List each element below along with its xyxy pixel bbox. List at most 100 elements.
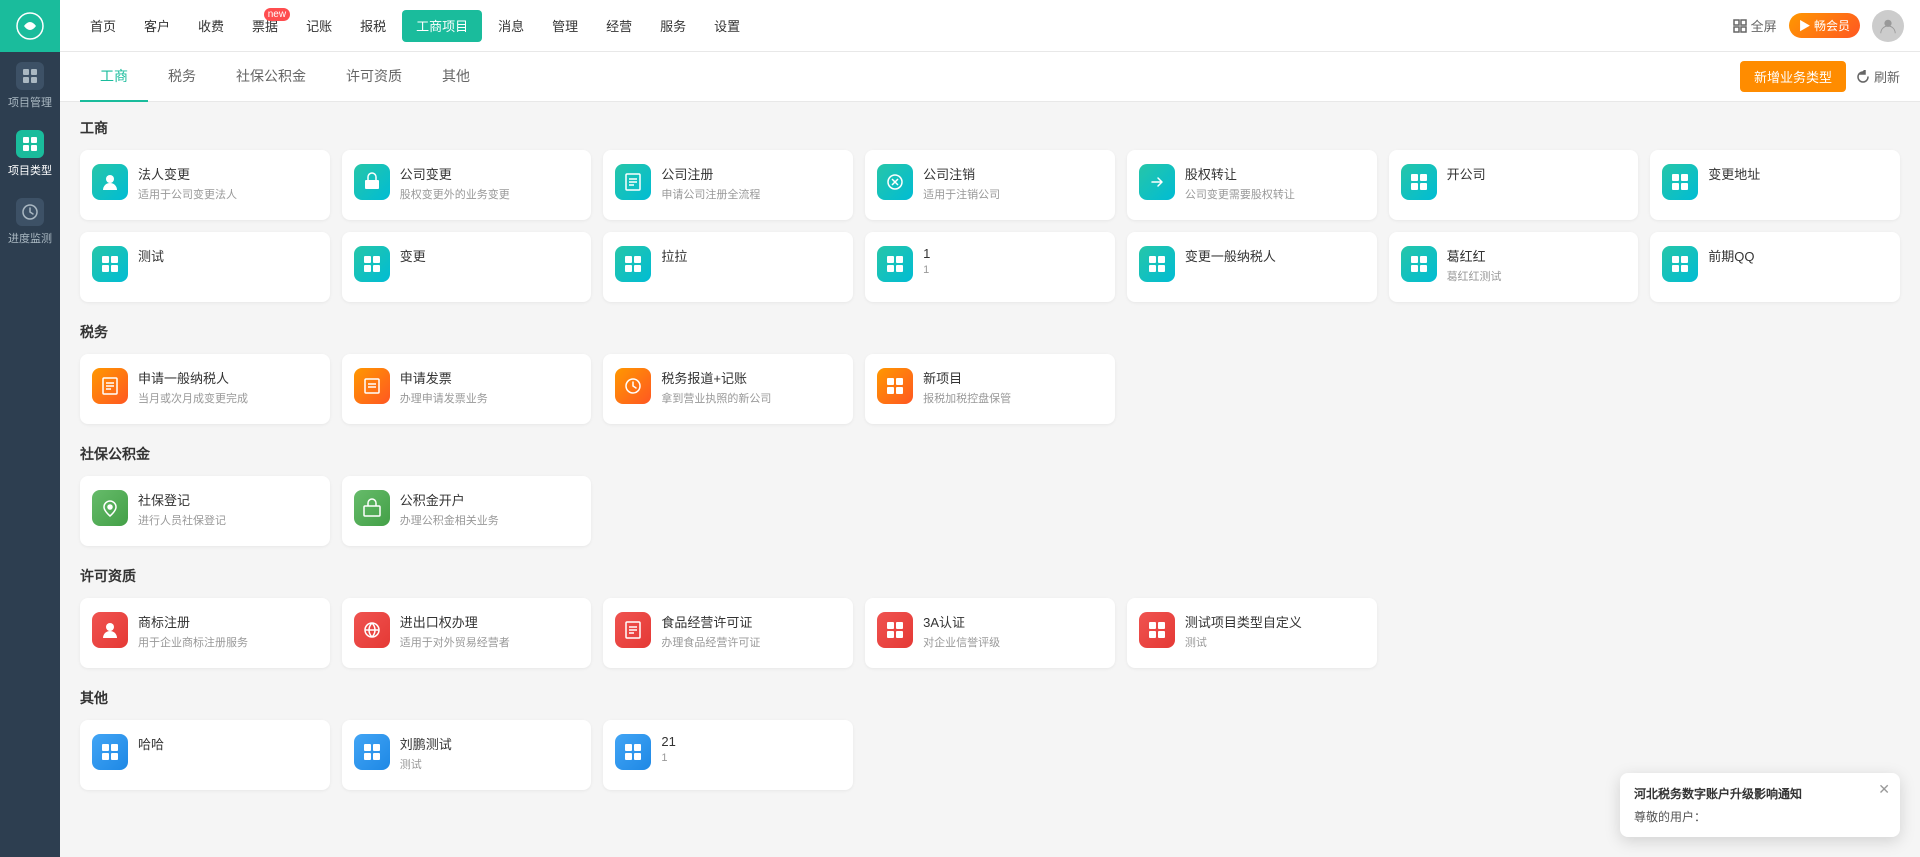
card-text: 变更 — [400, 246, 580, 268]
sidebar-item-project-manage[interactable]: 项目管理 — [0, 52, 60, 120]
tab-shebao[interactable]: 社保公积金 — [216, 52, 326, 102]
card-test[interactable]: 测试 — [80, 232, 330, 302]
card-icon — [354, 612, 390, 648]
tab-gongshang[interactable]: 工商 — [80, 52, 148, 102]
nav-manage[interactable]: 管理 — [538, 0, 592, 52]
sidebar-item-progress[interactable]: 进度监测 — [0, 188, 60, 256]
app-logo — [0, 0, 60, 52]
nav-home[interactable]: 首页 — [76, 0, 130, 52]
gongshang-cards: 法人变更 适用于公司变更法人 公司变更 股权变更外的业务变更 — [80, 150, 1900, 302]
card-legal-change[interactable]: 法人变更 适用于公司变更法人 — [80, 150, 330, 220]
card-haha[interactable]: 哈哈 — [80, 720, 330, 790]
card-icon — [877, 368, 913, 404]
vip-button[interactable]: ▶ 畅会员 — [1789, 13, 1860, 38]
card-import-export[interactable]: 进出口权办理 适用于对外贸易经营者 — [342, 598, 592, 668]
card-qianqi-qq[interactable]: 前期QQ — [1650, 232, 1900, 302]
card-social-insurance[interactable]: 社保登记 进行人员社保登记 — [80, 476, 330, 546]
card-icon — [615, 246, 651, 282]
card-3a-cert[interactable]: 3A认证 对企业信誉评级 — [865, 598, 1115, 668]
sidebar-item-label: 项目类型 — [8, 162, 52, 178]
content-area: 工商 税务 社保公积金 许可资质 其他 新增业务类型 刷新 工商 — [60, 52, 1920, 857]
nav-message[interactable]: 消息 — [484, 0, 538, 52]
card-open-company[interactable]: 开公司 — [1389, 150, 1639, 220]
add-type-button[interactable]: 新增业务类型 — [1740, 61, 1846, 92]
nav-service[interactable]: 服务 — [646, 0, 700, 52]
top-nav-right: 全屏 ▶ 畅会员 — [1733, 10, 1904, 42]
tab-xuke[interactable]: 许可资质 — [326, 52, 422, 102]
nav-industrial[interactable]: 工商项目 — [402, 10, 482, 42]
card-icon — [877, 164, 913, 200]
card-liupeng[interactable]: 刘鹏测试 测试 — [342, 720, 592, 790]
card-text: 公司注册 申请公司注册全流程 — [661, 164, 841, 202]
card-text: 开公司 — [1447, 164, 1627, 186]
card-provident-fund[interactable]: 公积金开户 办理公积金相关业务 — [342, 476, 592, 546]
card-company-cancel[interactable]: 公司注销 适用于注销公司 — [865, 150, 1115, 220]
nav-bookkeeping[interactable]: 记账 — [292, 0, 346, 52]
card-new-project[interactable]: 新项目 报税加税控盘保管 — [865, 354, 1115, 424]
card-text: 3A认证 对企业信誉评级 — [923, 612, 1103, 650]
progress-icon — [16, 198, 44, 226]
card-company-change[interactable]: 公司变更 股权变更外的业务变更 — [342, 150, 592, 220]
card-test-type[interactable]: 测试项目类型自定义 测试 — [1127, 598, 1377, 668]
card-icon — [1662, 164, 1698, 200]
tab-shuiwu[interactable]: 税务 — [148, 52, 216, 102]
section-title-shuiwu: 税务 — [80, 322, 1900, 342]
card-change[interactable]: 变更 — [342, 232, 592, 302]
card-text: 商标注册 用于企业商标注册服务 — [138, 612, 318, 650]
fullscreen-button[interactable]: 全屏 — [1733, 16, 1777, 35]
card-apply-invoice[interactable]: 申请发票 办理申请发票业务 — [342, 354, 592, 424]
vip-icon: ▶ — [1799, 19, 1811, 33]
section-title-gongshang: 工商 — [80, 118, 1900, 138]
card-text: 公司变更 股权变更外的业务变更 — [400, 164, 580, 202]
card-text: 测试 — [138, 246, 318, 268]
user-avatar[interactable] — [1872, 10, 1904, 42]
notification-close-button[interactable]: ✕ — [1878, 781, 1890, 798]
tab-bar: 工商 税务 社保公积金 许可资质 其他 新增业务类型 刷新 — [60, 52, 1920, 102]
card-icon — [92, 368, 128, 404]
sidebar-item-project-type[interactable]: 项目类型 — [0, 120, 60, 188]
card-icon — [354, 490, 390, 526]
card-text: 股权转让 公司变更需要股权转让 — [1185, 164, 1365, 202]
card-text: 1 1 — [923, 246, 1103, 276]
scroll-content: 工商 法人变更 适用于公司变更法人 公司变更 — [60, 102, 1920, 857]
card-text: 哈哈 — [138, 734, 318, 756]
card-icon — [1662, 246, 1698, 282]
card-lala[interactable]: 拉拉 — [603, 232, 853, 302]
card-text: 公积金开户 办理公积金相关业务 — [400, 490, 580, 528]
section-title-qita: 其他 — [80, 688, 1900, 708]
card-one[interactable]: 1 1 — [865, 232, 1115, 302]
card-tax-report[interactable]: 税务报道+记账 拿到营业执照的新公司 — [603, 354, 853, 424]
notification-content: 尊敬的用户： — [1634, 808, 1886, 825]
card-icon — [877, 612, 913, 648]
card-text: 社保登记 进行人员社保登记 — [138, 490, 318, 528]
card-icon — [615, 734, 651, 770]
nav-ticket[interactable]: 票据 new — [238, 0, 292, 52]
nav-tax[interactable]: 报税 — [346, 0, 400, 52]
card-change-taxpayer[interactable]: 变更一般纳税人 — [1127, 232, 1377, 302]
nav-settings[interactable]: 设置 — [700, 0, 754, 52]
tab-qita[interactable]: 其他 — [422, 52, 490, 102]
nav-billing[interactable]: 收费 — [184, 0, 238, 52]
card-food-license[interactable]: 食品经营许可证 办理食品经营许可证 — [603, 598, 853, 668]
card-icon — [1401, 164, 1437, 200]
project-type-icon — [16, 130, 44, 158]
card-gehonghong[interactable]: 葛红红 葛红红测试 — [1389, 232, 1639, 302]
card-equity-transfer[interactable]: 股权转让 公司变更需要股权转让 — [1127, 150, 1377, 220]
sidebar-item-label: 进度监测 — [8, 230, 52, 246]
card-company-register[interactable]: 公司注册 申请公司注册全流程 — [603, 150, 853, 220]
card-trademark[interactable]: 商标注册 用于企业商标注册服务 — [80, 598, 330, 668]
card-icon — [92, 164, 128, 200]
card-apply-taxpayer[interactable]: 申请一般纳税人 当月或次月成变更完成 — [80, 354, 330, 424]
refresh-button[interactable]: 刷新 — [1856, 67, 1900, 86]
card-text: 申请一般纳税人 当月或次月成变更完成 — [138, 368, 318, 406]
card-twentyone[interactable]: 21 1 — [603, 720, 853, 790]
card-change-address[interactable]: 变更地址 — [1650, 150, 1900, 220]
card-icon — [1139, 164, 1175, 200]
sidebar: 项目管理 项目类型 进度监测 — [0, 0, 60, 857]
nav-customer[interactable]: 客户 — [130, 0, 184, 52]
section-title-shebao: 社保公积金 — [80, 444, 1900, 464]
xuke-cards: 商标注册 用于企业商标注册服务 进出口权办理 适用于对外贸易经营者 — [80, 598, 1900, 668]
card-text: 拉拉 — [661, 246, 841, 268]
card-icon — [615, 368, 651, 404]
nav-operation[interactable]: 经营 — [592, 0, 646, 52]
